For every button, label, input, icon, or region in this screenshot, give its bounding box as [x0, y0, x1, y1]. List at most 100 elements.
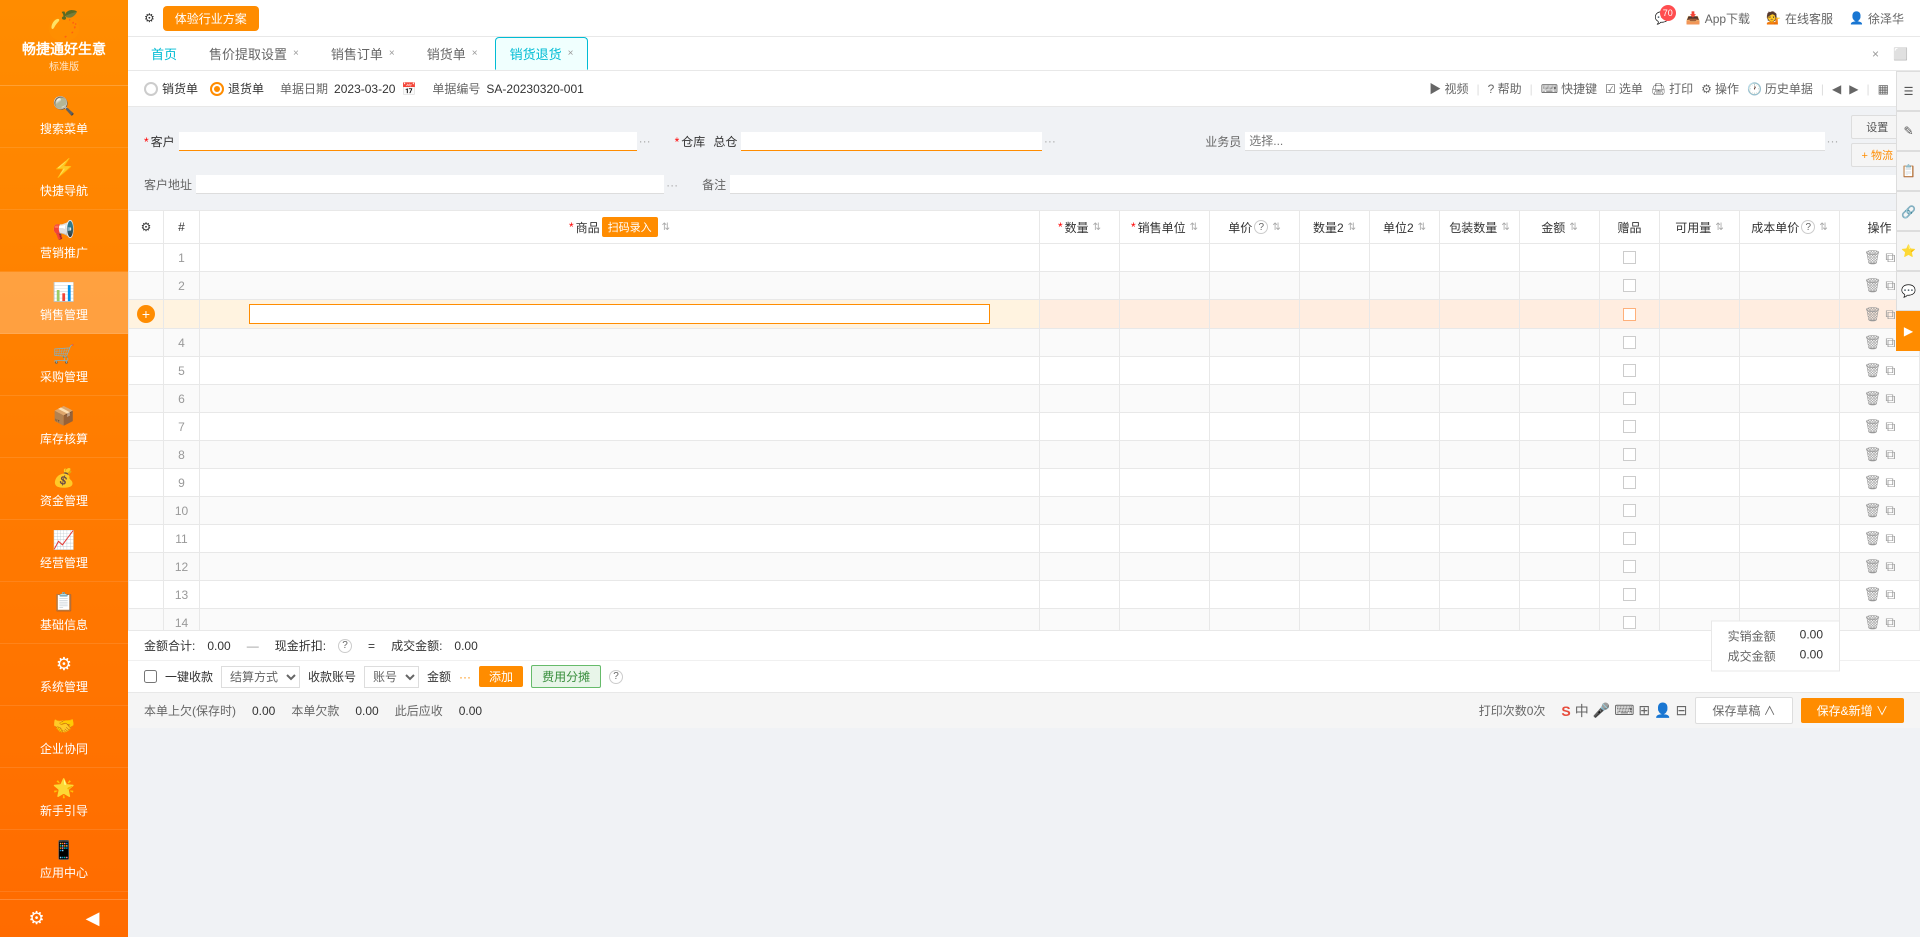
- packqty-sort-icon[interactable]: ⇅: [1501, 222, 1509, 233]
- available-cell[interactable]: [1660, 244, 1740, 272]
- avail-sort-icon[interactable]: ⇅: [1715, 222, 1723, 233]
- gift-checkbox[interactable]: [1623, 476, 1636, 489]
- column-settings-icon[interactable]: ⚙: [141, 220, 152, 234]
- amount-cell-h[interactable]: [1520, 300, 1600, 329]
- delete-icon[interactable]: 🗑: [1864, 446, 1882, 463]
- remark-input[interactable]: [730, 175, 1904, 194]
- tab-order-close[interactable]: ×: [389, 48, 395, 59]
- copy-icon[interactable]: ⧉: [1885, 558, 1895, 575]
- sidebar-item-finance[interactable]: 💰 资金管理: [0, 458, 128, 520]
- rs-btn-6[interactable]: 💬: [1896, 271, 1920, 311]
- rs-btn-2[interactable]: ✎: [1896, 111, 1920, 151]
- cost-cell-h[interactable]: [1740, 300, 1840, 329]
- amount-sort-icon[interactable]: ⇅: [1569, 222, 1577, 233]
- gift-checkbox[interactable]: [1623, 532, 1636, 545]
- price-cell-h[interactable]: [1210, 300, 1300, 329]
- gift-checkbox-h[interactable]: [1623, 308, 1636, 321]
- cost-cell[interactable]: [1740, 244, 1840, 272]
- tab-return[interactable]: 销货退货 ×: [495, 37, 589, 70]
- sidebar-item-newbie[interactable]: 🌟 新手引导: [0, 768, 128, 830]
- expense-help-icon[interactable]: ?: [609, 670, 623, 684]
- video-btn[interactable]: ▶ 视频: [1429, 80, 1468, 97]
- price-help-icon[interactable]: ?: [1254, 220, 1268, 234]
- gift-checkbox[interactable]: [1623, 336, 1636, 349]
- product-input-active[interactable]: [249, 304, 990, 324]
- available-cell-h[interactable]: [1660, 300, 1740, 329]
- price-cell[interactable]: [1210, 244, 1300, 272]
- packqty-cell[interactable]: [1440, 272, 1520, 300]
- gift-checkbox[interactable]: [1623, 392, 1636, 405]
- copy-icon[interactable]: ⧉: [1885, 502, 1895, 519]
- save-draft-button[interactable]: 保存草稿 ∧: [1695, 697, 1792, 724]
- collapse-icon[interactable]: ◀: [86, 908, 100, 929]
- tabs-more[interactable]: ⬜: [1889, 47, 1912, 61]
- qty2-sort-icon[interactable]: ⇅: [1348, 222, 1356, 233]
- close-all-tabs[interactable]: ×: [1864, 47, 1887, 61]
- unit2-cell[interactable]: [1370, 272, 1440, 300]
- print-btn[interactable]: 🖨 打印: [1651, 80, 1693, 97]
- tab-price-close[interactable]: ×: [293, 48, 299, 59]
- salesperson-input[interactable]: [1245, 132, 1824, 151]
- product-cell-active[interactable]: [200, 300, 1040, 329]
- next-btn[interactable]: ▶: [1849, 82, 1858, 96]
- rs-btn-4[interactable]: 🔗: [1896, 191, 1920, 231]
- unit-cell-h[interactable]: [1120, 300, 1210, 329]
- delete-icon[interactable]: 🗑: [1864, 249, 1882, 266]
- unit2-cell-h[interactable]: [1370, 300, 1440, 329]
- sidebar-item-basic[interactable]: 📋 基础信息: [0, 582, 128, 644]
- add-amount-btn[interactable]: ···: [459, 670, 471, 684]
- account-select[interactable]: 账号: [364, 666, 419, 688]
- app-download-btn[interactable]: 📥 App下载: [1686, 10, 1750, 27]
- sidebar-item-system[interactable]: ⚙ 系统管理: [0, 644, 128, 706]
- help-btn[interactable]: ? 帮助: [1488, 80, 1522, 97]
- calc-method-select[interactable]: 结算方式: [221, 666, 300, 688]
- copy-icon[interactable]: ⧉: [1885, 249, 1895, 266]
- mic-icon[interactable]: 🎤: [1593, 702, 1610, 719]
- grid-view-btn[interactable]: ▦: [1878, 82, 1889, 96]
- gift-checkbox[interactable]: [1623, 616, 1636, 629]
- qty-sort-icon[interactable]: ⇅: [1093, 222, 1101, 233]
- amount-cell[interactable]: [1520, 272, 1600, 300]
- rs-btn-5[interactable]: ⭐: [1896, 231, 1920, 271]
- address-select-icon[interactable]: ···: [666, 178, 678, 192]
- tab-goods[interactable]: 销货单 ×: [412, 37, 493, 70]
- copy-icon[interactable]: ⧉: [1885, 306, 1895, 323]
- gift-checkbox[interactable]: [1623, 420, 1636, 433]
- tab-price[interactable]: 售价提取设置 ×: [194, 37, 314, 70]
- warehouse-input[interactable]: [741, 132, 1042, 151]
- address-input[interactable]: [196, 175, 664, 194]
- delete-icon[interactable]: 🗑: [1864, 390, 1882, 407]
- operation-btn[interactable]: ⚙ 操作: [1701, 80, 1739, 97]
- packqty-cell[interactable]: [1440, 244, 1520, 272]
- sidebar-item-purchase[interactable]: 🛒 采购管理: [0, 334, 128, 396]
- sidebar-item-shortcuts[interactable]: ⚡ 快捷导航: [0, 148, 128, 210]
- sidebar-item-search[interactable]: 🔍 搜索菜单: [0, 86, 128, 148]
- sidebar-item-sales[interactable]: 📊 销售管理: [0, 272, 128, 334]
- scan-button[interactable]: 扫码录入: [602, 217, 658, 237]
- copy-icon[interactable]: ⧉: [1885, 446, 1895, 463]
- settings-bottom-icon[interactable]: ⚙: [29, 908, 45, 929]
- copy-icon[interactable]: ⧉: [1885, 474, 1895, 491]
- gift-checkbox[interactable]: [1623, 588, 1636, 601]
- delete-icon[interactable]: 🗑: [1864, 474, 1882, 491]
- sidebar-item-marketing[interactable]: 📢 营销推广: [0, 210, 128, 272]
- expense-button[interactable]: 费用分摊: [531, 665, 601, 688]
- qty2-cell[interactable]: [1300, 272, 1370, 300]
- add-button[interactable]: 添加: [479, 666, 523, 687]
- delete-icon[interactable]: 🗑: [1864, 614, 1882, 630]
- copy-icon[interactable]: ⧉: [1885, 277, 1895, 294]
- sidebar-item-operation[interactable]: 📈 经营管理: [0, 520, 128, 582]
- gift-checkbox[interactable]: [1623, 251, 1636, 264]
- warehouse-select-icon[interactable]: ···: [1044, 134, 1056, 148]
- gift-checkbox[interactable]: [1623, 560, 1636, 573]
- delete-icon[interactable]: 🗑: [1864, 306, 1882, 323]
- price-sort-icon[interactable]: ⇅: [1272, 222, 1280, 233]
- copy-icon[interactable]: ⧉: [1885, 418, 1895, 435]
- delete-icon[interactable]: 🗑: [1864, 502, 1882, 519]
- sidebar-item-wechat[interactable]: 💬 企业微信: [0, 892, 128, 899]
- tab-home[interactable]: 首页: [136, 37, 192, 70]
- select-btn[interactable]: ☑ 选单: [1605, 80, 1643, 97]
- copy-icon[interactable]: ⧉: [1885, 390, 1895, 407]
- delete-icon[interactable]: 🗑: [1864, 334, 1882, 351]
- amount-cell[interactable]: [1520, 244, 1600, 272]
